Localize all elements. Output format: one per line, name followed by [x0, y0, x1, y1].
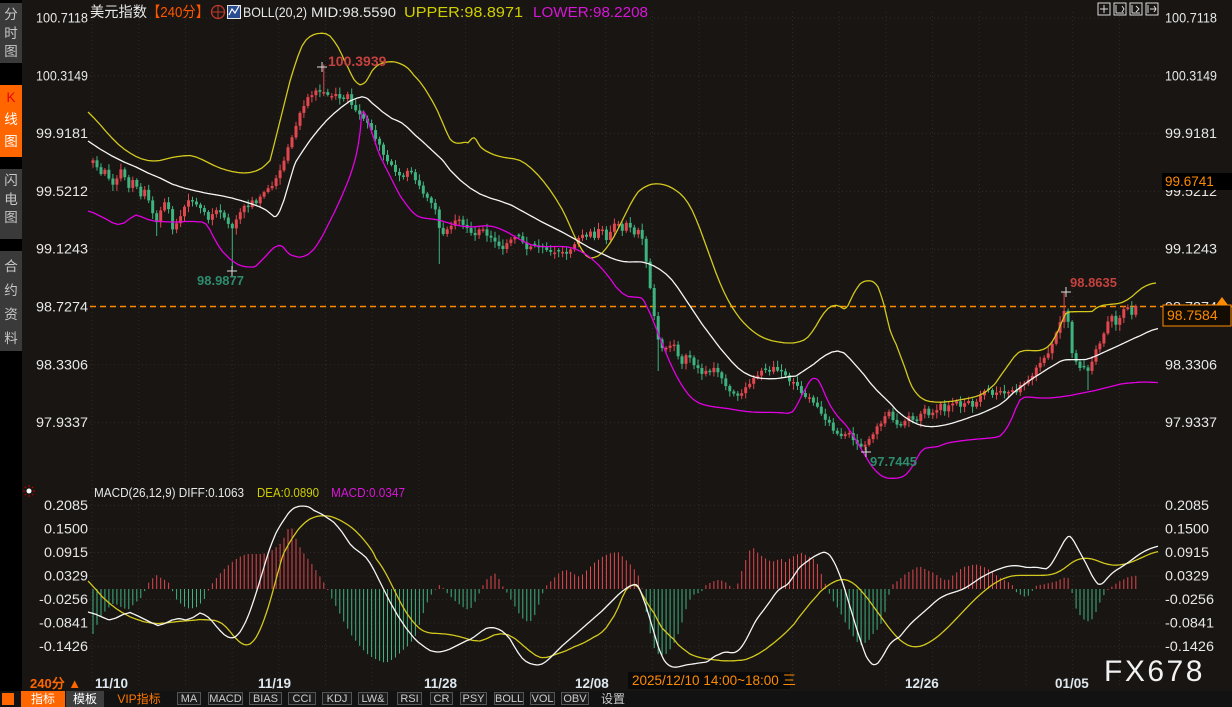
svg-text:-0.0256: -0.0256: [1165, 592, 1214, 607]
svg-text:100.3939: 100.3939: [328, 53, 387, 69]
svg-text:0.0329: 0.0329: [1165, 569, 1209, 584]
svg-text:2025/12/10 14:00~18:00 三: 2025/12/10 14:00~18:00 三: [632, 673, 796, 688]
svg-text:98.9877: 98.9877: [197, 273, 244, 288]
svg-text:MACD(26,12,9) DIFF:0.1063: MACD(26,12,9) DIFF:0.1063: [94, 485, 244, 500]
svg-text:99.5212: 99.5212: [36, 184, 88, 199]
svg-text:01/05: 01/05: [1055, 676, 1089, 691]
svg-text:-0.0841: -0.0841: [1165, 616, 1214, 631]
svg-text:11/19: 11/19: [258, 676, 291, 691]
svg-text:UPPER:98.8971: UPPER:98.8971: [404, 5, 523, 21]
svg-text:-0.0256: -0.0256: [39, 592, 88, 607]
svg-text:98.3306: 98.3306: [1165, 357, 1217, 372]
svg-text:0.2085: 0.2085: [1165, 498, 1209, 513]
svg-text:0.0915: 0.0915: [1165, 545, 1209, 560]
svg-text:0.0915: 0.0915: [44, 545, 88, 560]
svg-text:99.1243: 99.1243: [1165, 242, 1217, 257]
svg-text:11/28: 11/28: [424, 676, 458, 691]
svg-text:12/08: 12/08: [575, 676, 609, 691]
svg-text:100.7118: 100.7118: [36, 11, 88, 26]
svg-text:98.3306: 98.3306: [36, 357, 88, 372]
svg-text:-0.1426: -0.1426: [1165, 639, 1214, 654]
svg-text:98.7584: 98.7584: [1167, 307, 1218, 323]
svg-text:100.3149: 100.3149: [1165, 68, 1217, 83]
svg-text:0.0329: 0.0329: [44, 569, 88, 584]
svg-text:美元指数: 美元指数: [90, 4, 147, 21]
svg-text:FX678: FX678: [1104, 655, 1205, 688]
svg-text:99.9181: 99.9181: [1165, 126, 1217, 141]
svg-text:【240分】: 【240分】: [147, 4, 209, 21]
svg-text:100.3149: 100.3149: [36, 68, 88, 83]
svg-text:-0.1426: -0.1426: [39, 639, 88, 654]
svg-text:DEA:0.0890: DEA:0.0890: [257, 485, 319, 500]
svg-text:98.8635: 98.8635: [1070, 275, 1117, 290]
svg-text:99.6741: 99.6741: [1165, 174, 1214, 189]
svg-text:240分 ▲: 240分 ▲: [30, 676, 81, 691]
svg-text:100.7118: 100.7118: [1165, 11, 1217, 26]
svg-text:97.9337: 97.9337: [36, 415, 88, 430]
svg-text:-0.0841: -0.0841: [39, 616, 88, 631]
svg-text:11/10: 11/10: [95, 676, 128, 691]
svg-text:99.1243: 99.1243: [36, 242, 88, 257]
svg-text:MID:98.5590: MID:98.5590: [311, 4, 396, 20]
svg-text:98.7274: 98.7274: [36, 300, 89, 315]
svg-text:97.9337: 97.9337: [1165, 415, 1217, 430]
svg-text:0.2085: 0.2085: [44, 498, 88, 513]
svg-text:12/26: 12/26: [905, 676, 939, 691]
svg-text:LOWER:98.2208: LOWER:98.2208: [533, 5, 648, 21]
svg-text:97.7445: 97.7445: [870, 454, 917, 469]
svg-text:MACD:0.0347: MACD:0.0347: [331, 485, 405, 500]
svg-text:99.9181: 99.9181: [36, 126, 88, 141]
svg-text:0.1500: 0.1500: [1165, 522, 1209, 537]
svg-text:BOLL(20,2): BOLL(20,2): [243, 4, 307, 20]
svg-text:0.1500: 0.1500: [44, 522, 88, 537]
